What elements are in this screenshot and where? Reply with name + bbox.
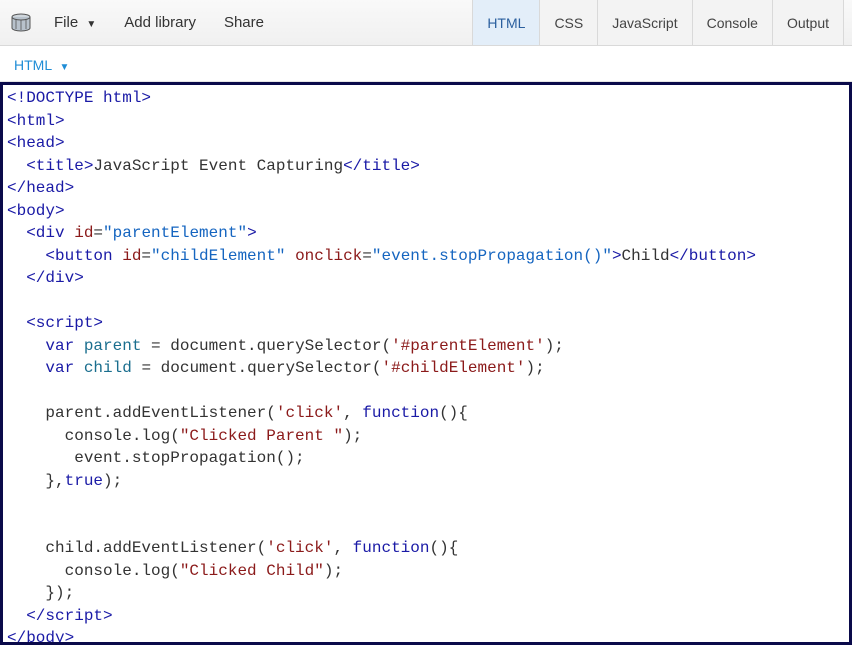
panel-tabs: HTML CSS JavaScript Console Output [472,0,844,45]
panel-tab-label: Console [707,15,758,31]
code-line[interactable]: <div id="parentElement"> [7,222,845,245]
editor-mode-label: HTML [14,57,52,73]
panel-tab-label: JavaScript [612,15,677,31]
code-line[interactable] [7,290,845,313]
panel-tab-css[interactable]: CSS [539,0,597,45]
file-menu[interactable]: File ▼ [42,8,108,37]
code-line[interactable]: </div> [7,267,845,290]
code-line[interactable]: <title>JavaScript Event Capturing</title… [7,155,845,178]
code-line[interactable] [7,492,845,515]
editor-mode-select[interactable]: HTML ▼ [10,51,75,81]
main-toolbar: File ▼ Add library Share HTML CSS JavaSc… [0,0,852,46]
code-line[interactable]: </script> [7,605,845,628]
share-label: Share [224,14,264,31]
code-line[interactable]: <body> [7,200,845,223]
code-line[interactable] [7,515,845,538]
panel-tab-console[interactable]: Console [692,0,772,45]
add-library-button[interactable]: Add library [112,8,208,37]
code-line[interactable]: }); [7,582,845,605]
code-line[interactable]: <head> [7,132,845,155]
code-line[interactable]: },true); [7,470,845,493]
code-line[interactable]: </body> [7,627,845,645]
code-line[interactable]: var parent = document.querySelector('#pa… [7,335,845,358]
code-line[interactable]: child.addEventListener('click', function… [7,537,845,560]
code-line[interactable]: event.stopPropagation(); [7,447,845,470]
code-line[interactable]: <!DOCTYPE html> [7,87,845,110]
panel-tab-label: CSS [554,15,583,31]
caret-down-icon: ▼ [59,62,69,73]
code-line[interactable]: console.log("Clicked Parent "); [7,425,845,448]
code-line[interactable]: <html> [7,110,845,133]
code-line[interactable]: </head> [7,177,845,200]
code-line[interactable]: var child = document.querySelector('#chi… [7,357,845,380]
code-line[interactable]: console.log("Clicked Child"); [7,560,845,583]
caret-down-icon: ▼ [86,19,96,30]
panel-tab-javascript[interactable]: JavaScript [597,0,691,45]
editor-subbar: HTML ▼ [0,46,852,82]
panel-tab-html[interactable]: HTML [472,0,539,45]
share-button[interactable]: Share [212,8,276,37]
file-menu-label: File [54,14,78,31]
panel-tab-label: HTML [487,15,525,31]
code-editor[interactable]: <!DOCTYPE html><html><head> <title>JavaS… [0,82,852,645]
toolbar-left-group: File ▼ Add library Share [42,8,276,37]
code-line[interactable]: <script> [7,312,845,335]
panel-tab-output[interactable]: Output [772,0,844,45]
jsbin-logo-icon[interactable] [8,9,34,37]
panel-tab-label: Output [787,15,829,31]
add-library-label: Add library [124,14,196,31]
code-line[interactable]: parent.addEventListener('click', functio… [7,402,845,425]
code-line[interactable] [7,380,845,403]
code-line[interactable]: <button id="childElement" onclick="event… [7,245,845,268]
